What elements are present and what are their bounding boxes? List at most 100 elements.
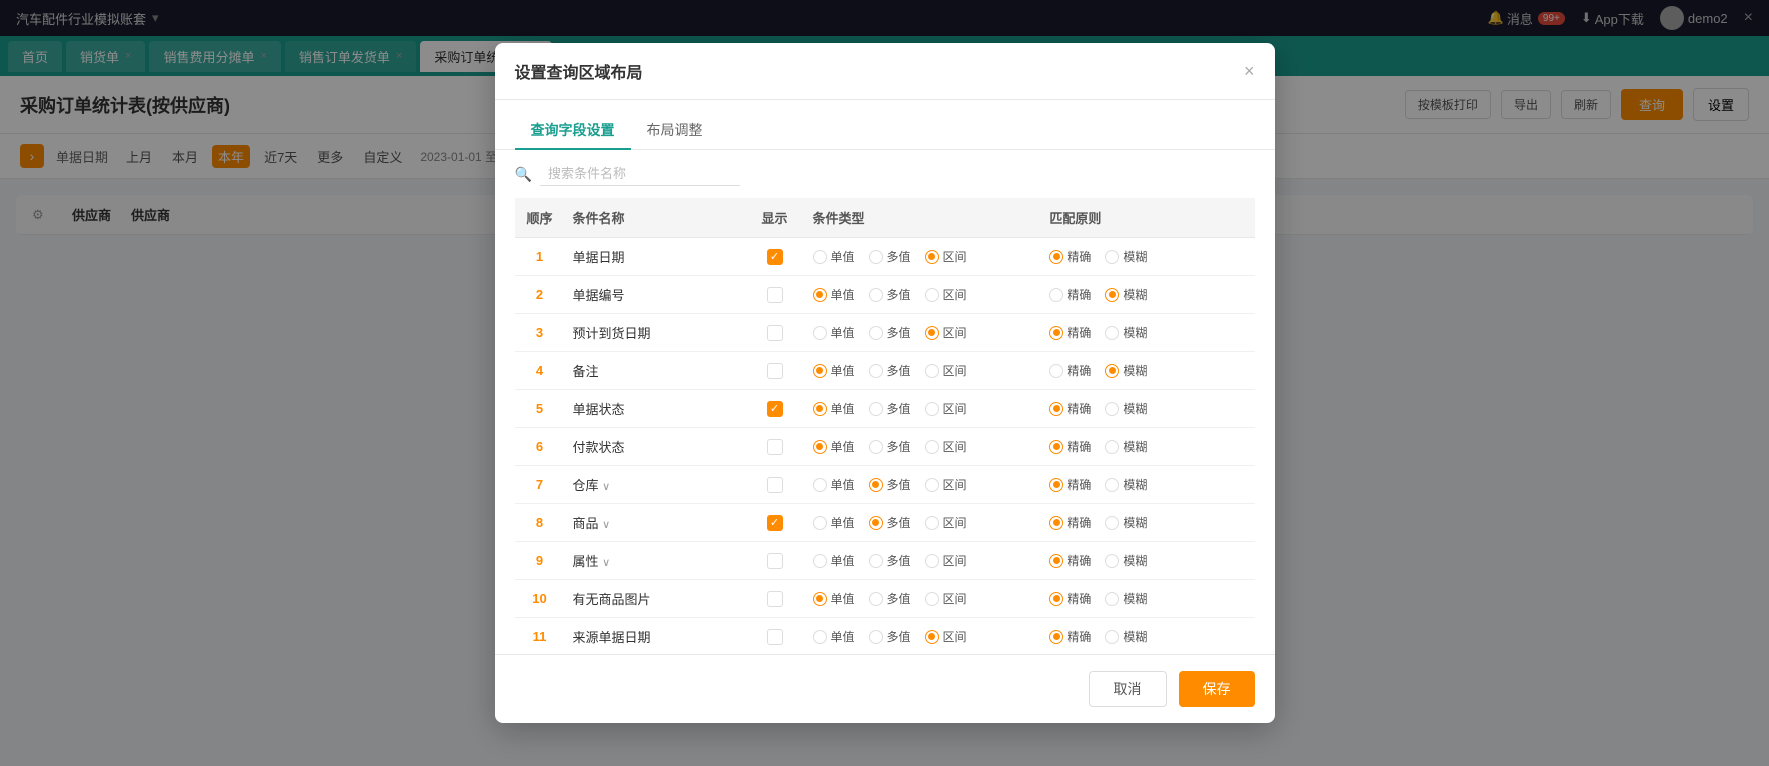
radio-type-单值[interactable]: 单值 xyxy=(813,400,855,417)
radio-type-单值[interactable]: 单值 xyxy=(813,590,855,607)
radio-circle-icon xyxy=(1105,440,1119,454)
table-row: 11来源单据日期单值多值区间精确模糊 xyxy=(515,618,1255,655)
radio-type-区间[interactable]: 区间 xyxy=(925,248,967,265)
cell-display[interactable] xyxy=(745,238,805,276)
modal-close-btn[interactable]: × xyxy=(1244,61,1255,82)
radio-circle-icon xyxy=(1105,592,1119,606)
radio-label: 区间 xyxy=(943,476,967,493)
cell-display[interactable] xyxy=(745,504,805,542)
radio-match-精确[interactable]: 精确 xyxy=(1049,324,1091,341)
radio-type-多值[interactable]: 多值 xyxy=(869,286,911,303)
radio-type-单值[interactable]: 单值 xyxy=(813,324,855,341)
radio-type-单值[interactable]: 单值 xyxy=(813,514,855,531)
radio-circle-icon xyxy=(813,478,827,492)
display-checkbox[interactable] xyxy=(767,325,783,341)
radio-match-精确[interactable]: 精确 xyxy=(1049,362,1091,379)
display-checkbox[interactable] xyxy=(767,287,783,303)
radio-type-多值[interactable]: 多值 xyxy=(869,476,911,493)
radio-type-单值[interactable]: 单值 xyxy=(813,248,855,265)
radio-type-多值[interactable]: 多值 xyxy=(869,248,911,265)
radio-type-多值[interactable]: 多值 xyxy=(869,552,911,569)
radio-match-精确[interactable]: 精确 xyxy=(1049,590,1091,607)
radio-match-精确[interactable]: 精确 xyxy=(1049,628,1091,645)
save-btn[interactable]: 保存 xyxy=(1179,671,1255,707)
tab-query-fields[interactable]: 查询字段设置 xyxy=(515,112,631,150)
cell-display[interactable] xyxy=(745,352,805,390)
radio-type-区间[interactable]: 区间 xyxy=(925,590,967,607)
cell-type: 单值多值区间 xyxy=(805,276,1042,314)
display-checkbox[interactable] xyxy=(767,629,783,645)
radio-match-精确[interactable]: 精确 xyxy=(1049,438,1091,455)
radio-type-区间[interactable]: 区间 xyxy=(925,476,967,493)
cell-display[interactable] xyxy=(745,314,805,352)
radio-circle-icon xyxy=(869,250,883,264)
radio-type-单值[interactable]: 单值 xyxy=(813,286,855,303)
cell-order: 6 xyxy=(515,428,565,466)
display-checkbox[interactable] xyxy=(767,401,783,417)
radio-type-区间[interactable]: 区间 xyxy=(925,400,967,417)
display-checkbox[interactable] xyxy=(767,363,783,379)
radio-type-单值[interactable]: 单值 xyxy=(813,628,855,645)
cell-name: 有无商品图片 xyxy=(565,580,745,618)
radio-label: 单值 xyxy=(831,476,855,493)
display-checkbox[interactable] xyxy=(767,515,783,531)
display-checkbox[interactable] xyxy=(767,591,783,607)
cell-display[interactable] xyxy=(745,618,805,655)
radio-match-模糊[interactable]: 模糊 xyxy=(1105,514,1147,531)
display-checkbox[interactable] xyxy=(767,439,783,455)
cell-display[interactable] xyxy=(745,466,805,504)
radio-label: 多值 xyxy=(887,248,911,265)
radio-type-多值[interactable]: 多值 xyxy=(869,628,911,645)
radio-type-单值[interactable]: 单值 xyxy=(813,476,855,493)
radio-type-区间[interactable]: 区间 xyxy=(925,438,967,455)
search-input[interactable] xyxy=(540,162,740,186)
radio-match-精确[interactable]: 精确 xyxy=(1049,286,1091,303)
display-checkbox[interactable] xyxy=(767,553,783,569)
cell-display[interactable] xyxy=(745,580,805,618)
tab-layout-adjust[interactable]: 布局调整 xyxy=(631,112,719,150)
radio-match-精确[interactable]: 精确 xyxy=(1049,400,1091,417)
cell-match: 精确模糊 xyxy=(1041,352,1254,390)
radio-match-模糊[interactable]: 模糊 xyxy=(1105,362,1147,379)
cell-display[interactable] xyxy=(745,276,805,314)
cell-display[interactable] xyxy=(745,428,805,466)
radio-match-模糊[interactable]: 模糊 xyxy=(1105,286,1147,303)
radio-type-区间[interactable]: 区间 xyxy=(925,552,967,569)
radio-match-模糊[interactable]: 模糊 xyxy=(1105,590,1147,607)
radio-circle-icon xyxy=(813,250,827,264)
radio-match-模糊[interactable]: 模糊 xyxy=(1105,438,1147,455)
radio-type-区间[interactable]: 区间 xyxy=(925,324,967,341)
radio-match-精确[interactable]: 精确 xyxy=(1049,552,1091,569)
display-checkbox[interactable] xyxy=(767,249,783,265)
radio-type-多值[interactable]: 多值 xyxy=(869,514,911,531)
display-checkbox[interactable] xyxy=(767,477,783,493)
radio-match-精确[interactable]: 精确 xyxy=(1049,248,1091,265)
cancel-btn[interactable]: 取消 xyxy=(1089,671,1167,707)
radio-match-模糊[interactable]: 模糊 xyxy=(1105,476,1147,493)
radio-circle-icon xyxy=(1049,364,1063,378)
radio-match-精确[interactable]: 精确 xyxy=(1049,476,1091,493)
cell-display[interactable] xyxy=(745,390,805,428)
radio-match-模糊[interactable]: 模糊 xyxy=(1105,628,1147,645)
radio-type-区间[interactable]: 区间 xyxy=(925,362,967,379)
radio-type-单值[interactable]: 单值 xyxy=(813,438,855,455)
radio-match-精确[interactable]: 精确 xyxy=(1049,514,1091,531)
cell-display[interactable] xyxy=(745,542,805,580)
tab-layout-adjust-label: 布局调整 xyxy=(647,122,703,138)
radio-type-区间[interactable]: 区间 xyxy=(925,628,967,645)
radio-match-模糊[interactable]: 模糊 xyxy=(1105,324,1147,341)
radio-type-多值[interactable]: 多值 xyxy=(869,400,911,417)
radio-type-多值[interactable]: 多值 xyxy=(869,362,911,379)
cell-name: 来源单据日期 xyxy=(565,618,745,655)
radio-type-单值[interactable]: 单值 xyxy=(813,362,855,379)
radio-type-区间[interactable]: 区间 xyxy=(925,286,967,303)
radio-match-模糊[interactable]: 模糊 xyxy=(1105,400,1147,417)
radio-type-多值[interactable]: 多值 xyxy=(869,438,911,455)
radio-match-模糊[interactable]: 模糊 xyxy=(1105,552,1147,569)
radio-type-单值[interactable]: 单值 xyxy=(813,552,855,569)
radio-type-多值[interactable]: 多值 xyxy=(869,590,911,607)
radio-type-区间[interactable]: 区间 xyxy=(925,514,967,531)
radio-circle-icon xyxy=(1105,554,1119,568)
radio-type-多值[interactable]: 多值 xyxy=(869,324,911,341)
radio-match-模糊[interactable]: 模糊 xyxy=(1105,248,1147,265)
